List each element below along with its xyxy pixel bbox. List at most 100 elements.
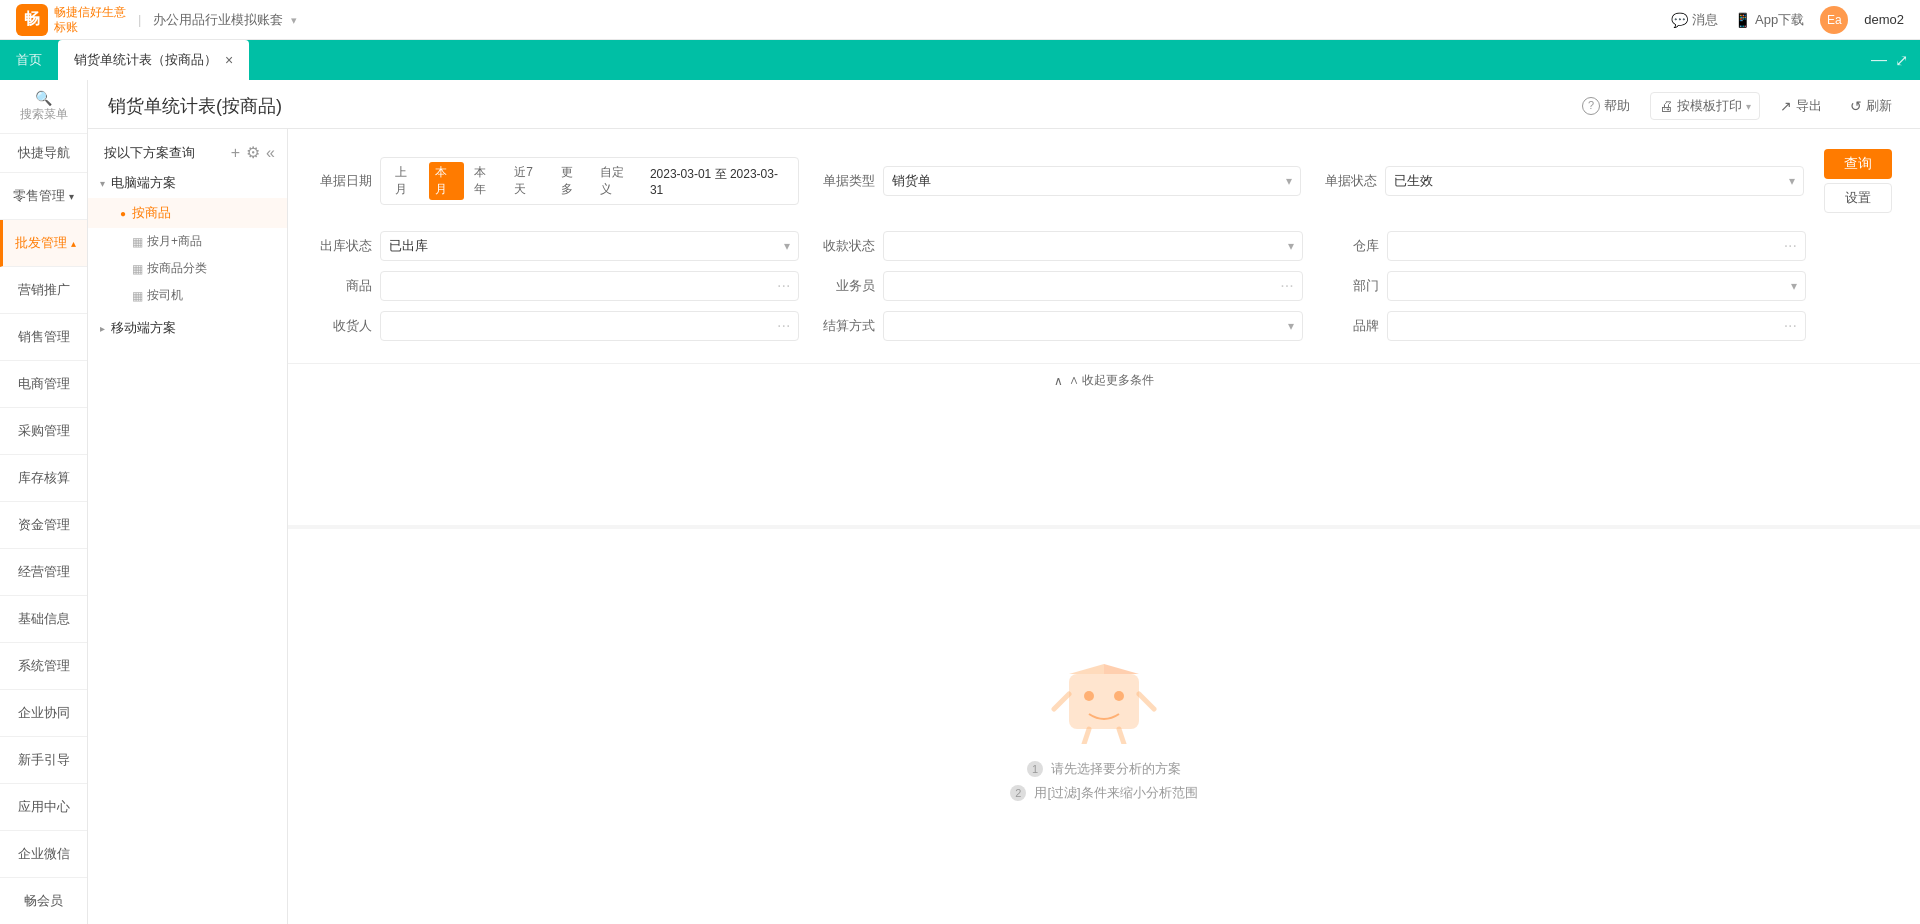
export-button[interactable]: 导出 <box>1772 93 1830 119</box>
filter-results-area: 单据日期 上月 本月 本年 近7天 更多 自定义 2023-03-01 至 20… <box>288 129 1920 924</box>
tab-actions: — ⤢ <box>1871 51 1920 70</box>
settings-button[interactable]: 设置 <box>1824 183 1892 213</box>
tab-close-icon[interactable]: × <box>225 52 233 68</box>
user-name[interactable]: demo2 <box>1864 12 1904 27</box>
consignee-dots-icon[interactable]: ··· <box>777 317 790 335</box>
scheme-item-month-goods[interactable]: ▦ 按月+商品 <box>88 228 287 255</box>
filter-grid: 单据日期 上月 本月 本年 近7天 更多 自定义 2023-03-01 至 20… <box>288 129 1920 363</box>
sidebar-item-member[interactable]: 畅会员 <box>0 878 87 924</box>
page-header: 销货单统计表(按商品) 帮助 按模板打印 ▾ 导出 刷新 <box>88 80 1920 129</box>
pc-group-arrow: ▾ <box>100 178 105 189</box>
sidebar-item-ecommerce[interactable]: 电商管理 <box>0 361 87 408</box>
scheme-group-pc-header[interactable]: ▾ 电脑端方案 <box>88 168 287 198</box>
filter-brand-control[interactable]: ··· <box>1387 311 1806 341</box>
scheme-add-button[interactable]: + <box>231 144 240 162</box>
scheme-item-goods-category[interactable]: ▦ 按商品分类 <box>88 255 287 282</box>
scheme-collapse-button[interactable]: « <box>266 144 275 162</box>
date-more[interactable]: 更多 <box>555 162 591 200</box>
filter-cell-consignee: 收货人 ··· <box>304 311 807 341</box>
sidebar-item-system[interactable]: 系统管理 <box>0 643 87 690</box>
app-download-button[interactable]: App下载 <box>1734 11 1804 29</box>
filter-department-control[interactable] <box>1387 271 1806 301</box>
brand-dots-icon[interactable]: ··· <box>1784 317 1797 335</box>
scheme-group-mobile: ▸ 移动端方案 <box>88 313 287 343</box>
tabbar: 首页 销货单统计表（按商品） × — ⤢ <box>0 40 1920 80</box>
scheme-config-button[interactable]: ⚙ <box>246 143 260 162</box>
date-range-text: 2023-03-01 至 2023-03-31 <box>650 166 790 197</box>
doc-status-dropdown-icon[interactable] <box>1789 174 1795 188</box>
sidebar-item-finance[interactable]: 资金管理 <box>0 502 87 549</box>
sidebar-item-sales[interactable]: 销售管理 <box>0 314 87 361</box>
tab-active[interactable]: 销货单统计表（按商品） × <box>58 40 249 80</box>
filter-doc-status-control[interactable]: 已生效 <box>1385 166 1804 196</box>
warehouse-dots-icon[interactable]: ··· <box>1784 237 1797 255</box>
sidebar-item-operations[interactable]: 经营管理 <box>0 549 87 596</box>
avatar[interactable]: Ea <box>1820 6 1848 34</box>
out-status-dropdown-icon[interactable] <box>784 239 790 253</box>
topbar-title-arrow[interactable]: ▾ <box>291 14 297 26</box>
filter-date-control[interactable]: 上月 本月 本年 近7天 更多 自定义 2023-03-01 至 2023-03… <box>380 157 799 205</box>
filter-cell-doc-status: 单据状态 已生效 <box>1309 166 1812 196</box>
sidebar-item-wechat[interactable]: 企业微信 <box>0 831 87 878</box>
scheme-item-by-goods[interactable]: ● 按商品 <box>88 198 287 228</box>
filter-goods-control[interactable]: ··· <box>380 271 799 301</box>
salesperson-dots-icon[interactable]: ··· <box>1280 277 1293 295</box>
page-title: 销货单统计表(按商品) <box>108 94 282 118</box>
scheme-item-driver[interactable]: ▦ 按司机 <box>88 282 287 309</box>
sidebar-item-basic-info[interactable]: 基础信息 <box>0 596 87 643</box>
svg-point-3 <box>1084 691 1094 701</box>
sidebar-item-app-center[interactable]: 应用中心 <box>0 784 87 831</box>
wholesale-expand-icon <box>71 238 76 249</box>
help-icon <box>1582 97 1600 115</box>
sidebar-item-wholesale[interactable]: 批发管理 <box>0 220 87 267</box>
left-nav: 🔍 搜索菜单 快捷导航 零售管理 批发管理 营销推广 销售管理 电商管理 采购管… <box>0 80 88 924</box>
department-dropdown-icon[interactable] <box>1791 279 1797 293</box>
doc-type-dropdown-icon[interactable] <box>1286 174 1292 188</box>
sidebar-item-inventory[interactable]: 库存核算 <box>0 455 87 502</box>
sidebar-item-retail[interactable]: 零售管理 <box>0 173 87 220</box>
collapse-bar[interactable]: ∧ ∧ 收起更多条件 <box>288 363 1920 397</box>
date-custom[interactable]: 自定义 <box>594 162 642 200</box>
date-week[interactable]: 近7天 <box>508 162 550 200</box>
print-button[interactable]: 按模板打印 ▾ <box>1650 92 1760 120</box>
sidebar-item-quick-nav[interactable]: 快捷导航 <box>0 134 87 173</box>
tab-minimize-icon[interactable]: — <box>1871 51 1887 69</box>
sidebar-item-purchase[interactable]: 采购管理 <box>0 408 87 455</box>
message-button[interactable]: 消息 <box>1671 11 1718 29</box>
filter-salesperson-control[interactable]: ··· <box>883 271 1302 301</box>
query-button[interactable]: 查询 <box>1824 149 1892 179</box>
empty-tip-2: 2 用[过滤]条件来缩小分析范围 <box>1010 784 1197 802</box>
empty-tips: 1 请先选择要分析的方案 2 用[过滤]条件来缩小分析范围 <box>1010 760 1197 808</box>
logo-symbol: 畅 <box>24 9 40 30</box>
date-month[interactable]: 本月 <box>429 162 465 200</box>
date-year[interactable]: 本年 <box>468 162 504 200</box>
payment-status-dropdown-icon[interactable] <box>1288 239 1294 253</box>
filter-out-status-control[interactable]: 已出库 <box>380 231 799 261</box>
sidebar-item-newbie[interactable]: 新手引导 <box>0 737 87 784</box>
goods-dots-icon[interactable]: ··· <box>777 277 790 295</box>
tab-maximize-icon[interactable]: ⤢ <box>1895 51 1908 70</box>
month-goods-icon: ▦ <box>132 235 143 249</box>
filter-cell-department: 部门 <box>1311 271 1814 301</box>
print-dropdown-icon[interactable]: ▾ <box>1746 101 1751 112</box>
logo-area: 畅 畅捷信好生意 标账 <box>16 4 126 36</box>
filter-cell-brand: 品牌 ··· <box>1311 311 1814 341</box>
topbar-title[interactable]: 办公用品行业模拟账套 ▾ <box>153 11 297 29</box>
filter-consignee-control[interactable]: ··· <box>380 311 799 341</box>
tab-home[interactable]: 首页 <box>0 40 58 80</box>
date-prev-month[interactable]: 上月 <box>389 162 425 200</box>
settlement-dropdown-icon[interactable] <box>1288 319 1294 333</box>
refresh-button[interactable]: 刷新 <box>1842 93 1900 119</box>
filter-payment-status-control[interactable] <box>883 231 1302 261</box>
topbar: 畅 畅捷信好生意 标账 | 办公用品行业模拟账套 ▾ 消息 App下载 Ea d… <box>0 0 1920 40</box>
sidebar-item-marketing[interactable]: 营销推广 <box>0 267 87 314</box>
svg-line-8 <box>1119 729 1124 744</box>
scheme-group-mobile-header[interactable]: ▸ 移动端方案 <box>88 313 287 343</box>
filter-warehouse-control[interactable]: ··· <box>1387 231 1806 261</box>
help-button[interactable]: 帮助 <box>1574 93 1638 119</box>
filter-doc-type-control[interactable]: 销货单 <box>883 166 1302 196</box>
filter-settlement-control[interactable] <box>883 311 1302 341</box>
sidebar-item-search-menu[interactable]: 🔍 搜索菜单 <box>0 80 87 134</box>
sidebar-item-enterprise[interactable]: 企业协同 <box>0 690 87 737</box>
filter-cell-goods: 商品 ··· <box>304 271 807 301</box>
